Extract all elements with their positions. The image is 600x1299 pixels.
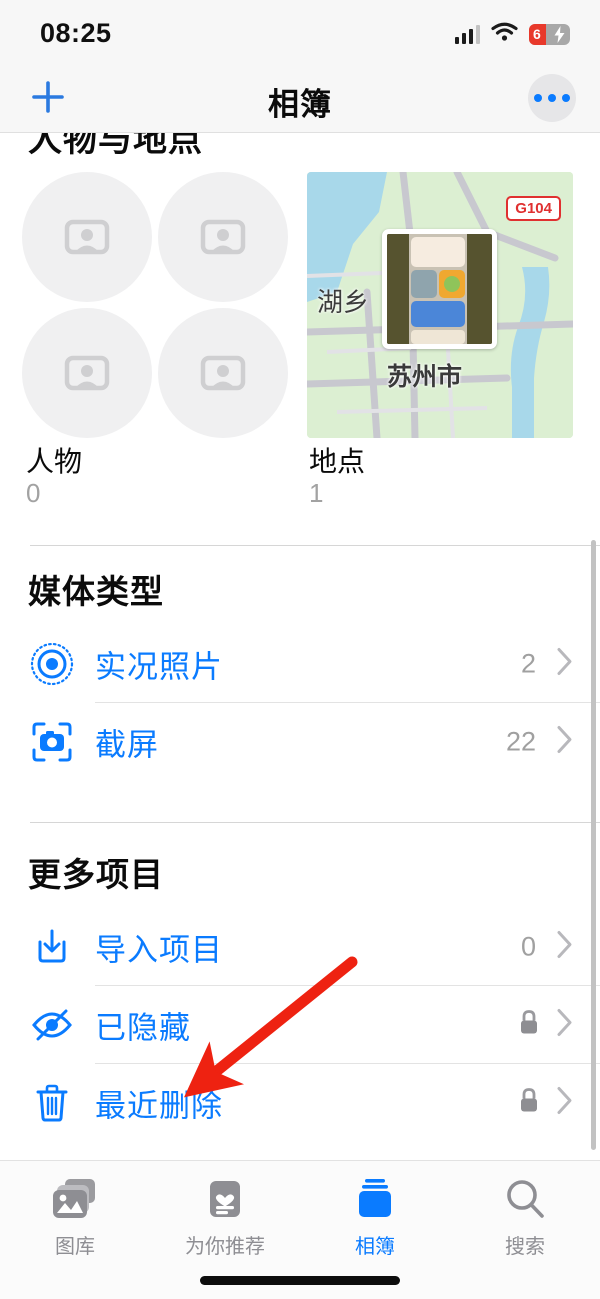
map-place-label-secondary: 苏州市 — [387, 363, 463, 391]
search-icon — [503, 1175, 547, 1223]
chevron-right-icon — [556, 725, 574, 760]
tab-albums[interactable]: 相簿 — [300, 1175, 450, 1265]
pin-thumbnail-graphic — [387, 234, 492, 344]
person-placeholder — [22, 172, 152, 302]
map-place-label: 湖乡 — [317, 287, 370, 317]
tab-label: 为你推荐 — [185, 1236, 265, 1258]
iphone-photos-albums-screen: 人物与地点 湖乡 苏州市 G104 人物 0 地点 1 媒体类型 实况照片 2 … — [0, 0, 600, 1299]
person-placeholder-icon — [64, 355, 110, 391]
road-badge: G104 — [506, 196, 561, 221]
row-count: 2 — [520, 648, 536, 679]
albums-scroll-content[interactable]: 人物与地点 湖乡 苏州市 G104 人物 0 地点 1 媒体类型 实况照片 2 … — [0, 0, 600, 1160]
chevron-right-icon — [556, 1086, 574, 1121]
lock-icon — [518, 1009, 540, 1042]
row-live-photos[interactable]: 实况照片 2 — [0, 625, 600, 703]
tab-library[interactable]: 图库 — [0, 1175, 150, 1265]
trash-icon — [26, 1077, 78, 1129]
eye-slash-icon — [26, 999, 78, 1051]
section-divider — [30, 822, 600, 823]
row-label: 已隐藏 — [95, 1010, 191, 1046]
status-bar: 08:25 6 — [0, 0, 600, 62]
row-count: 0 — [520, 931, 536, 962]
ellipsis-dot — [562, 94, 570, 102]
row-hidden[interactable]: 已隐藏 — [0, 986, 600, 1064]
photos-library-icon — [49, 1175, 101, 1223]
more-options-button[interactable] — [528, 74, 576, 122]
chevron-right-icon — [556, 647, 574, 682]
chevron-right-icon — [556, 930, 574, 965]
person-placeholder-icon — [64, 219, 110, 255]
people-tile[interactable] — [22, 172, 288, 438]
tab-bar: 图库 为你推荐 相簿 搜索 — [0, 1160, 600, 1299]
person-placeholder — [158, 308, 288, 438]
tab-search[interactable]: 搜索 — [450, 1175, 600, 1265]
tab-label: 图库 — [55, 1236, 95, 1258]
person-placeholder — [158, 172, 288, 302]
vertical-scrollbar[interactable] — [591, 540, 596, 1150]
status-indicators: 6 — [454, 22, 570, 47]
albums-icon — [353, 1175, 397, 1223]
person-placeholder-icon — [200, 219, 246, 255]
places-tile[interactable]: 湖乡 苏州市 G104 — [307, 172, 573, 438]
people-tile-count: 0 — [26, 478, 41, 508]
live-photo-icon — [26, 638, 78, 690]
import-icon — [26, 921, 78, 973]
media-types-title: 媒体类型 — [28, 573, 164, 610]
person-placeholder — [22, 308, 152, 438]
map-photo-pin[interactable] — [382, 229, 497, 349]
tab-label: 相簿 — [355, 1236, 395, 1258]
home-indicator — [200, 1276, 400, 1285]
row-label: 导入项目 — [95, 932, 223, 968]
tab-for-you[interactable]: 为你推荐 — [150, 1175, 300, 1265]
cellular-bars-icon — [454, 25, 480, 44]
chevron-right-icon — [556, 1008, 574, 1043]
row-imports[interactable]: 导入项目 0 — [0, 908, 600, 986]
screenshot-icon — [26, 716, 78, 768]
status-time: 08:25 — [40, 18, 112, 48]
person-placeholder-icon — [200, 355, 246, 391]
row-recently-deleted[interactable]: 最近删除 — [0, 1064, 600, 1142]
page-title: 相簿 — [268, 87, 332, 122]
ellipsis-dot — [534, 94, 542, 102]
section-divider — [30, 545, 600, 546]
battery-percent: 6 — [533, 26, 541, 42]
places-tile-count: 1 — [309, 478, 324, 508]
for-you-icon — [203, 1175, 247, 1223]
more-items-title: 更多项目 — [28, 856, 164, 893]
places-tile-label: 地点 — [309, 446, 366, 477]
people-tile-label: 人物 — [26, 446, 83, 477]
row-label: 截屏 — [95, 727, 159, 763]
charging-bolt-icon — [554, 26, 565, 45]
ellipsis-dot — [548, 94, 556, 102]
row-screenshots[interactable]: 截屏 22 — [0, 703, 600, 781]
lock-icon — [518, 1087, 540, 1120]
battery-icon: 6 — [529, 24, 570, 45]
wifi-icon — [491, 22, 518, 47]
row-label: 实况照片 — [95, 649, 223, 685]
row-label: 最近删除 — [95, 1088, 223, 1124]
tab-label: 搜索 — [505, 1236, 545, 1258]
navigation-bar: 相簿 — [0, 62, 600, 133]
row-count: 22 — [505, 726, 536, 757]
